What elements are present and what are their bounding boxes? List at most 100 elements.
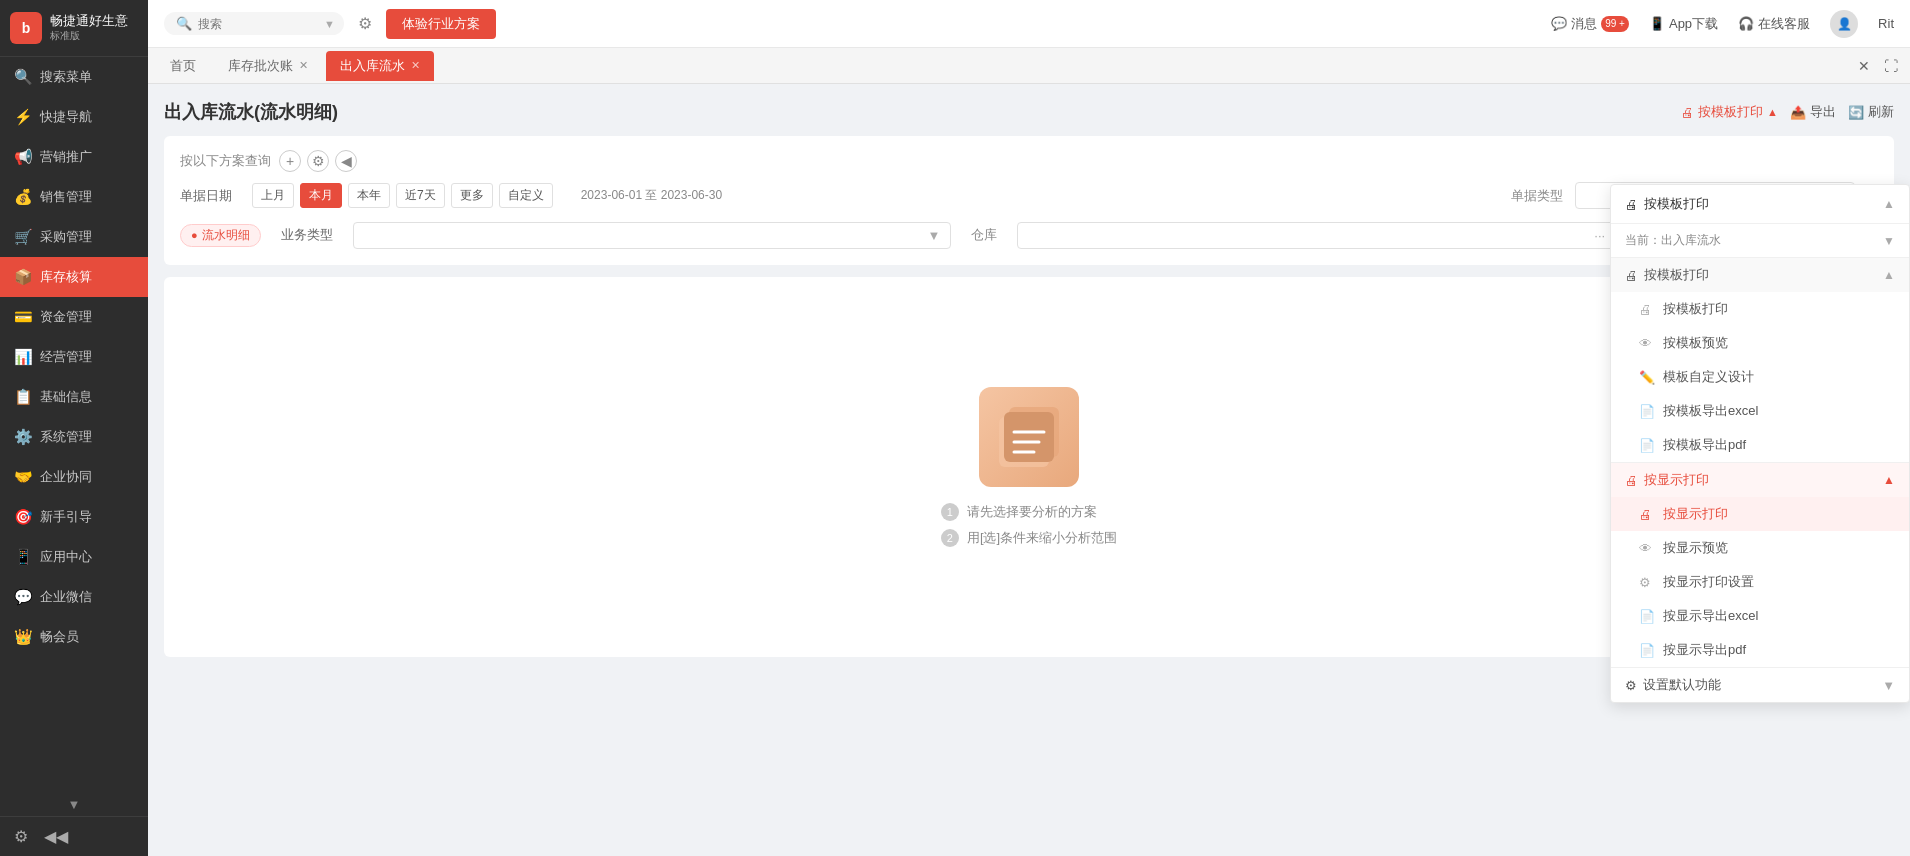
settings-default-icon: ⚙ — [1625, 678, 1637, 693]
date-btn-more[interactable]: 更多 — [451, 183, 493, 208]
collapse-left-btn[interactable]: ◀ — [335, 150, 357, 172]
empty-hint-2: 2 用[选]条件来缩小分析范围 — [941, 529, 1117, 547]
sidebar-settings-icon[interactable]: ⚙ — [14, 827, 28, 846]
empty-icon — [979, 387, 1079, 487]
sidebar-item-operation[interactable]: 📊 经营管理 — [0, 337, 148, 377]
custom-icon: ✏️ — [1639, 370, 1655, 385]
filter-tag-label: 流水明细 — [202, 227, 250, 244]
dropdown-item-display-preview[interactable]: 👁 按显示预览 — [1611, 531, 1909, 565]
avatar-placeholder: 👤 — [1837, 17, 1852, 31]
chevron-up-icon: ▲ — [1767, 106, 1778, 118]
sidebar-menu: 🔍 搜索菜单 ⚡ 快捷导航 📢 营销推广 💰 销售管理 🛒 采购管理 📦 库存核… — [0, 57, 148, 793]
sidebar-item-label: 销售管理 — [40, 188, 92, 206]
tab-batch-close[interactable]: ✕ — [299, 59, 308, 72]
sidebar-item-purchase[interactable]: 🛒 采购管理 — [0, 217, 148, 257]
sidebar-item-label: 基础信息 — [40, 388, 92, 406]
dropdown-display-header[interactable]: 🖨 按显示打印 ▲ — [1611, 463, 1909, 497]
item-label: 按显示预览 — [1663, 539, 1728, 557]
search-box[interactable]: 🔍 ▼ — [164, 12, 344, 35]
operation-icon: 📊 — [14, 348, 32, 366]
print-template-btn[interactable]: 🖨 按模板打印 ▲ — [1681, 103, 1778, 121]
sidebar-item-label: 新手引导 — [40, 508, 92, 526]
dropdown-item-display-settings[interactable]: ⚙ 按显示打印设置 — [1611, 565, 1909, 599]
search-dropdown-icon: ▼ — [324, 18, 335, 30]
tab-home[interactable]: 首页 — [156, 51, 210, 81]
dropdown-item-template-pdf[interactable]: 📄 按模板导出pdf — [1611, 428, 1909, 462]
sidebar-item-enterprise[interactable]: 🤝 企业协同 — [0, 457, 148, 497]
message-badge: 99 + — [1601, 16, 1629, 32]
sidebar-scroll-down[interactable]: ▼ — [0, 793, 148, 816]
sidebar-item-inventory[interactable]: 📦 库存核算 — [0, 257, 148, 297]
tab-close-all-btn[interactable]: ✕ — [1854, 56, 1874, 76]
industry-btn[interactable]: 体验行业方案 — [386, 9, 496, 39]
topbar-right: 💬 消息 99 + 📱 App下载 🎧 在线客服 👤 Rit — [1551, 10, 1894, 38]
export-btn[interactable]: 📤 导出 — [1790, 103, 1836, 121]
sidebar-item-finance[interactable]: 💳 资金管理 — [0, 297, 148, 337]
sidebar-item-system[interactable]: ⚙️ 系统管理 — [0, 417, 148, 457]
sidebar-item-label: 库存核算 — [40, 268, 92, 286]
tab-batch[interactable]: 库存批次账 ✕ — [214, 51, 322, 81]
footer-chevron: ▼ — [1882, 678, 1895, 693]
user-avatar[interactable]: 👤 — [1830, 10, 1858, 38]
app-download-icon: 📱 — [1649, 16, 1665, 31]
item-label: 模板自定义设计 — [1663, 368, 1754, 386]
sidebar-item-label: 企业微信 — [40, 588, 92, 606]
search-input[interactable] — [198, 17, 318, 31]
message-btn[interactable]: 💬 消息 99 + — [1551, 15, 1629, 33]
print-icon: 🖨 — [1639, 302, 1655, 317]
sidebar-item-label: 畅会员 — [40, 628, 79, 646]
dropdown-item-display-excel[interactable]: 📄 按显示导出excel — [1611, 599, 1909, 633]
date-btn-last-month[interactable]: 上月 — [252, 183, 294, 208]
sidebar-item-sales[interactable]: 💰 销售管理 — [0, 177, 148, 217]
sidebar-item-search[interactable]: 🔍 搜索菜单 — [0, 57, 148, 97]
marketing-icon: 📢 — [14, 148, 32, 166]
dropdown-current-chevron[interactable]: ▼ — [1883, 234, 1895, 248]
sidebar-item-shortcut[interactable]: ⚡ 快捷导航 — [0, 97, 148, 137]
dropdown-item-display-print[interactable]: 🖨 按显示打印 — [1611, 497, 1909, 531]
tab-flow[interactable]: 出入库流水 ✕ — [326, 51, 434, 81]
content-area: 出入库流水(流水明细) 🖨 按模板打印 ▲ 📤 导出 🔄 刷新 — [148, 84, 1910, 856]
print-icon: 🖨 — [1681, 105, 1694, 120]
dropdown-template-header[interactable]: 🖨 按模板打印 ▲ — [1611, 258, 1909, 292]
date-btn-this-month[interactable]: 本月 — [300, 183, 342, 208]
app-download-btn[interactable]: 📱 App下载 — [1649, 15, 1718, 33]
tab-flow-close[interactable]: ✕ — [411, 59, 420, 72]
pdf-icon: 📄 — [1639, 438, 1655, 453]
bill-type-label: 单据类型 — [1511, 187, 1563, 205]
hint-num-2: 2 — [941, 529, 959, 547]
dropdown-item-template-print[interactable]: 🖨 按模板打印 — [1611, 292, 1909, 326]
sidebar-item-wechat[interactable]: 💬 企业微信 — [0, 577, 148, 617]
sidebar-item-guide[interactable]: 🎯 新手引导 — [0, 497, 148, 537]
online-service-btn[interactable]: 🎧 在线客服 — [1738, 15, 1810, 33]
dropdown-item-display-pdf[interactable]: 📄 按显示导出pdf — [1611, 633, 1909, 667]
tab-expand-btn[interactable]: ⛶ — [1880, 56, 1902, 76]
sidebar-item-base[interactable]: 📋 基础信息 — [0, 377, 148, 417]
shortcut-icon: ⚡ — [14, 108, 32, 126]
sales-icon: 💰 — [14, 188, 32, 206]
dropdown-item-template-custom[interactable]: ✏️ 模板自定义设计 — [1611, 360, 1909, 394]
warehouse-input[interactable]: ··· — [1017, 222, 1616, 249]
dropdown-panel: 🖨 按模板打印 ▲ 当前：出入库流水 ▼ 🖨 按模板打印 — [1610, 184, 1910, 703]
add-condition-btn[interactable]: + — [279, 150, 301, 172]
refresh-btn[interactable]: 🔄 刷新 — [1848, 103, 1894, 121]
search-icon: 🔍 — [14, 68, 32, 86]
sidebar-item-label: 应用中心 — [40, 548, 92, 566]
member-icon: 👑 — [14, 628, 32, 646]
dropdown-footer[interactable]: ⚙ 设置默认功能 ▼ — [1611, 668, 1909, 702]
date-btn-this-year[interactable]: 本年 — [348, 183, 390, 208]
topbar-gear-icon[interactable]: ⚙ — [358, 14, 372, 33]
dropdown-header-chevron[interactable]: ▲ — [1883, 197, 1895, 211]
empty-hints: 1 请先选择要分析的方案 2 用[选]条件来缩小分析范围 — [941, 503, 1117, 547]
sidebar-item-member[interactable]: 👑 畅会员 — [0, 617, 148, 657]
settings-condition-btn[interactable]: ⚙ — [307, 150, 329, 172]
footer-label: 设置默认功能 — [1643, 676, 1721, 694]
dropdown-item-template-preview[interactable]: 👁 按模板预览 — [1611, 326, 1909, 360]
date-btn-7days[interactable]: 近7天 — [396, 183, 445, 208]
dropdown-item-template-excel[interactable]: 📄 按模板导出excel — [1611, 394, 1909, 428]
apps-icon: 📱 — [14, 548, 32, 566]
sidebar-collapse-icon[interactable]: ◀◀ — [44, 827, 68, 846]
sidebar-item-marketing[interactable]: 📢 营销推广 — [0, 137, 148, 177]
biz-type-input[interactable]: ▼ — [353, 222, 952, 249]
date-btn-custom[interactable]: 自定义 — [499, 183, 553, 208]
sidebar-item-apps[interactable]: 📱 应用中心 — [0, 537, 148, 577]
